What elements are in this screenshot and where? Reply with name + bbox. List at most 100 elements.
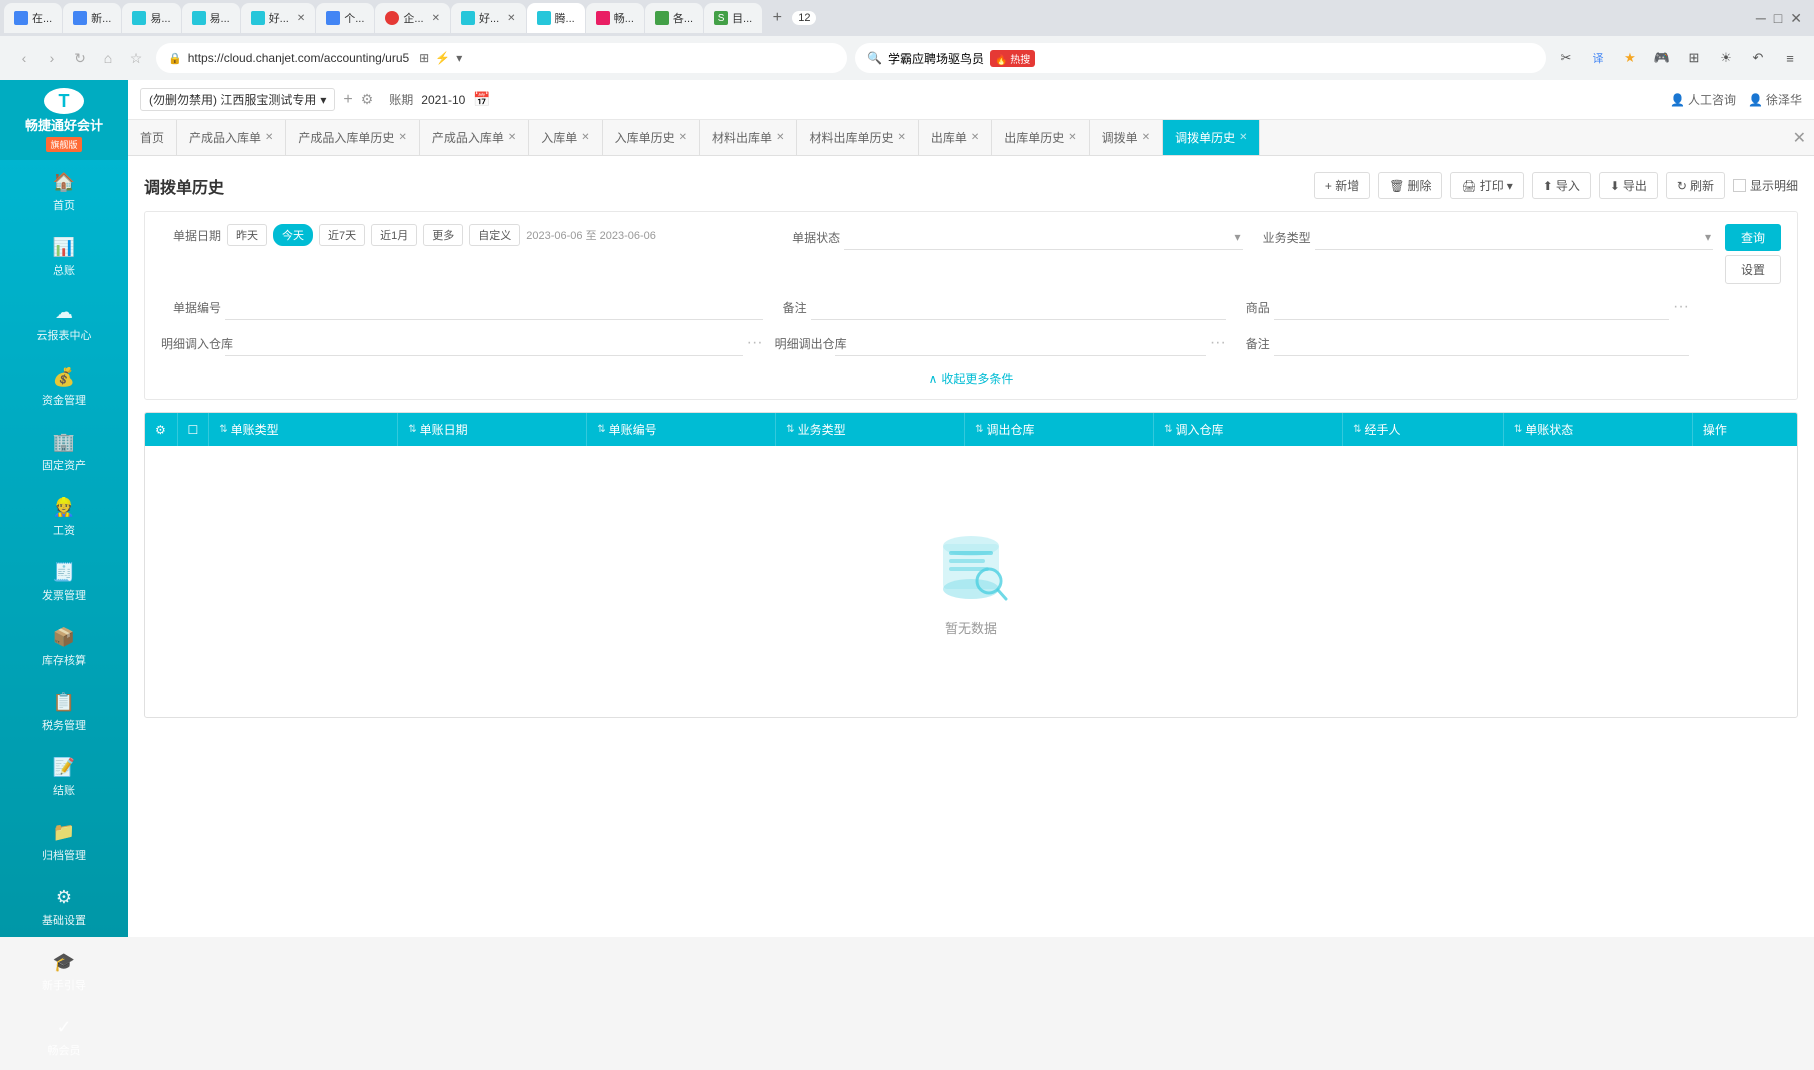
- close-button[interactable]: ✕: [1790, 10, 1802, 27]
- close-all-tabs-button[interactable]: ✕: [1793, 128, 1814, 148]
- collapse-button[interactable]: ∧ 收起更多条件: [161, 370, 1781, 387]
- new-tab-button[interactable]: +: [763, 4, 791, 32]
- tab-close-7[interactable]: ✕: [507, 13, 515, 24]
- grid-icon[interactable]: ⊞: [1682, 46, 1706, 70]
- th-out-warehouse[interactable]: ⇅ 调出仓库: [965, 413, 1154, 446]
- page-tab-product-inbound-history[interactable]: 产成品入库单历史 ✕: [286, 120, 419, 156]
- page-tab-material-outbound[interactable]: 材料出库单 ✕: [700, 120, 797, 156]
- filter-settings-button[interactable]: 设置: [1725, 255, 1781, 284]
- page-tab-inbound-history[interactable]: 入库单历史 ✕: [603, 120, 700, 156]
- sidebar-item-settings[interactable]: ⚙ 基础设置: [0, 875, 128, 940]
- th-date[interactable]: ⇅ 单账日期: [398, 413, 587, 446]
- browser-tab-10[interactable]: 各...: [645, 3, 703, 33]
- browser-tab-11[interactable]: S 目...: [704, 3, 762, 33]
- maximize-button[interactable]: □: [1774, 10, 1782, 26]
- goods-picker-icon[interactable]: ···: [1673, 298, 1689, 316]
- th-type[interactable]: ⇅ 单账类型: [209, 413, 398, 446]
- print-button[interactable]: 🖨 打印 ▾: [1450, 172, 1523, 199]
- add-company-button[interactable]: +: [343, 91, 352, 109]
- page-tab-close-8[interactable]: ✕: [971, 132, 979, 143]
- delete-button[interactable]: 🗑 删除: [1378, 172, 1442, 199]
- sidebar-item-tax[interactable]: 📋 税务管理: [0, 680, 128, 745]
- page-tab-close-11[interactable]: ✕: [1239, 132, 1247, 143]
- detail-in-input[interactable]: [225, 330, 743, 356]
- th-gear[interactable]: ⚙: [145, 413, 177, 446]
- sidebar-item-invoice[interactable]: 🧾 发票管理: [0, 550, 128, 615]
- company-selector[interactable]: (勿删勿禁用) 江西服宝测试专用 ▾: [140, 88, 335, 111]
- scissors-icon[interactable]: ✂: [1554, 46, 1578, 70]
- doc-number-input[interactable]: [225, 294, 763, 320]
- sidebar-item-fixed-assets[interactable]: 🏢 固定资产: [0, 420, 128, 485]
- minimize-button[interactable]: ─: [1756, 10, 1766, 26]
- calendar-icon[interactable]: 📅: [473, 91, 490, 108]
- th-check[interactable]: ☐: [177, 413, 209, 446]
- undo-icon[interactable]: ↶: [1746, 46, 1770, 70]
- customer-service-link[interactable]: 👤 人工咨询: [1670, 91, 1736, 108]
- translate-icon[interactable]: 译: [1586, 46, 1610, 70]
- browser-tab-5[interactable]: 个...: [316, 3, 374, 33]
- search-field[interactable]: 🔍 学霸应聘场驱鸟员 🔥 热搜: [855, 43, 1546, 73]
- bookmark-button[interactable]: ☆: [124, 46, 148, 70]
- new-button[interactable]: + 新增: [1314, 172, 1370, 199]
- page-tab-home[interactable]: 首页: [128, 120, 177, 156]
- forward-button[interactable]: ›: [40, 46, 64, 70]
- remark2-input[interactable]: [1274, 330, 1689, 356]
- page-tab-close-2[interactable]: ✕: [398, 132, 406, 143]
- date-btn-custom[interactable]: 自定义: [469, 224, 520, 246]
- th-handler[interactable]: ⇅ 经手人: [1343, 413, 1504, 446]
- th-biz-type[interactable]: ⇅ 业务类型: [776, 413, 965, 446]
- th-in-warehouse[interactable]: ⇅ 调入仓库: [1154, 413, 1343, 446]
- refresh-button[interactable]: ↻ 刷新: [1666, 172, 1725, 199]
- page-tab-transfer[interactable]: 调拨单 ✕: [1090, 120, 1163, 156]
- dropdown-arrow[interactable]: ▾: [456, 51, 462, 65]
- sidebar-item-archive[interactable]: 📁 归档管理: [0, 810, 128, 875]
- page-tab-close-1[interactable]: ✕: [265, 132, 273, 143]
- browser-tab-4[interactable]: 好... ✕: [241, 3, 316, 33]
- remark-input[interactable]: [811, 294, 1226, 320]
- sidebar-item-home[interactable]: 🏠 首页: [0, 160, 128, 225]
- browser-tab-3[interactable]: 易...: [182, 3, 240, 33]
- reload-button[interactable]: ↻: [68, 46, 92, 70]
- page-tab-outbound-history[interactable]: 出库单历史 ✕: [992, 120, 1089, 156]
- home-button[interactable]: ⌂: [96, 46, 120, 70]
- display-checkbox[interactable]: [1733, 179, 1746, 192]
- browser-tab-9[interactable]: 畅...: [586, 3, 644, 33]
- date-btn-1month[interactable]: 近1月: [371, 224, 417, 246]
- page-tab-close-3[interactable]: ✕: [508, 132, 516, 143]
- sidebar-item-finance[interactable]: 💰 资金管理: [0, 355, 128, 420]
- sidebar-item-member[interactable]: ✓ 畅会员: [0, 1005, 128, 1070]
- back-button[interactable]: ‹: [12, 46, 36, 70]
- sidebar-item-payroll[interactable]: 👷 工资: [0, 485, 128, 550]
- page-tab-outbound[interactable]: 出库单 ✕: [919, 120, 992, 156]
- query-button[interactable]: 查询: [1725, 224, 1781, 251]
- tab-close-4[interactable]: ✕: [297, 13, 305, 24]
- browser-tab-0[interactable]: 在...: [4, 3, 62, 33]
- page-tab-close-6[interactable]: ✕: [776, 132, 784, 143]
- import-button[interactable]: ⬆ 导入: [1532, 172, 1591, 199]
- browser-tab-6[interactable]: 企... ✕: [375, 3, 450, 33]
- date-btn-7days[interactable]: 近7天: [319, 224, 365, 246]
- sidebar-item-ledger[interactable]: 📊 总账: [0, 225, 128, 290]
- detail-out-input[interactable]: [835, 330, 1206, 356]
- gear-settings-icon[interactable]: ⚙: [361, 91, 374, 108]
- sidebar-item-cloud-report[interactable]: ☁ 云报表中心: [0, 290, 128, 355]
- th-number[interactable]: ⇅ 单账编号: [587, 413, 776, 446]
- th-status[interactable]: ⇅ 单账状态: [1503, 413, 1692, 446]
- game-icon[interactable]: 🎮: [1650, 46, 1674, 70]
- date-btn-yesterday[interactable]: 昨天: [227, 224, 267, 246]
- status-select[interactable]: ▾: [844, 224, 1242, 250]
- detail-out-picker-icon[interactable]: ···: [1210, 334, 1226, 352]
- sidebar-item-inventory[interactable]: 📦 库存核算: [0, 615, 128, 680]
- checkbox-all[interactable]: ☐: [188, 423, 199, 437]
- star-icon[interactable]: ★: [1618, 46, 1642, 70]
- display-toggle[interactable]: 显示明细: [1733, 177, 1798, 194]
- browser-tab-2[interactable]: 易...: [122, 3, 180, 33]
- address-field[interactable]: 🔒 https://cloud.chanjet.com/accounting/u…: [156, 43, 847, 73]
- page-tab-transfer-history[interactable]: 调拨单历史 ✕: [1163, 120, 1260, 156]
- detail-in-picker-icon[interactable]: ···: [747, 334, 763, 352]
- page-tab-product-inbound[interactable]: 产成品入库单 ✕: [177, 120, 286, 156]
- page-tab-inbound[interactable]: 入库单 ✕: [529, 120, 602, 156]
- tab-close-6[interactable]: ✕: [432, 13, 440, 24]
- sidebar-item-guide[interactable]: 🎓 新手引导: [0, 940, 128, 1005]
- browser-tab-7[interactable]: 好... ✕: [451, 3, 526, 33]
